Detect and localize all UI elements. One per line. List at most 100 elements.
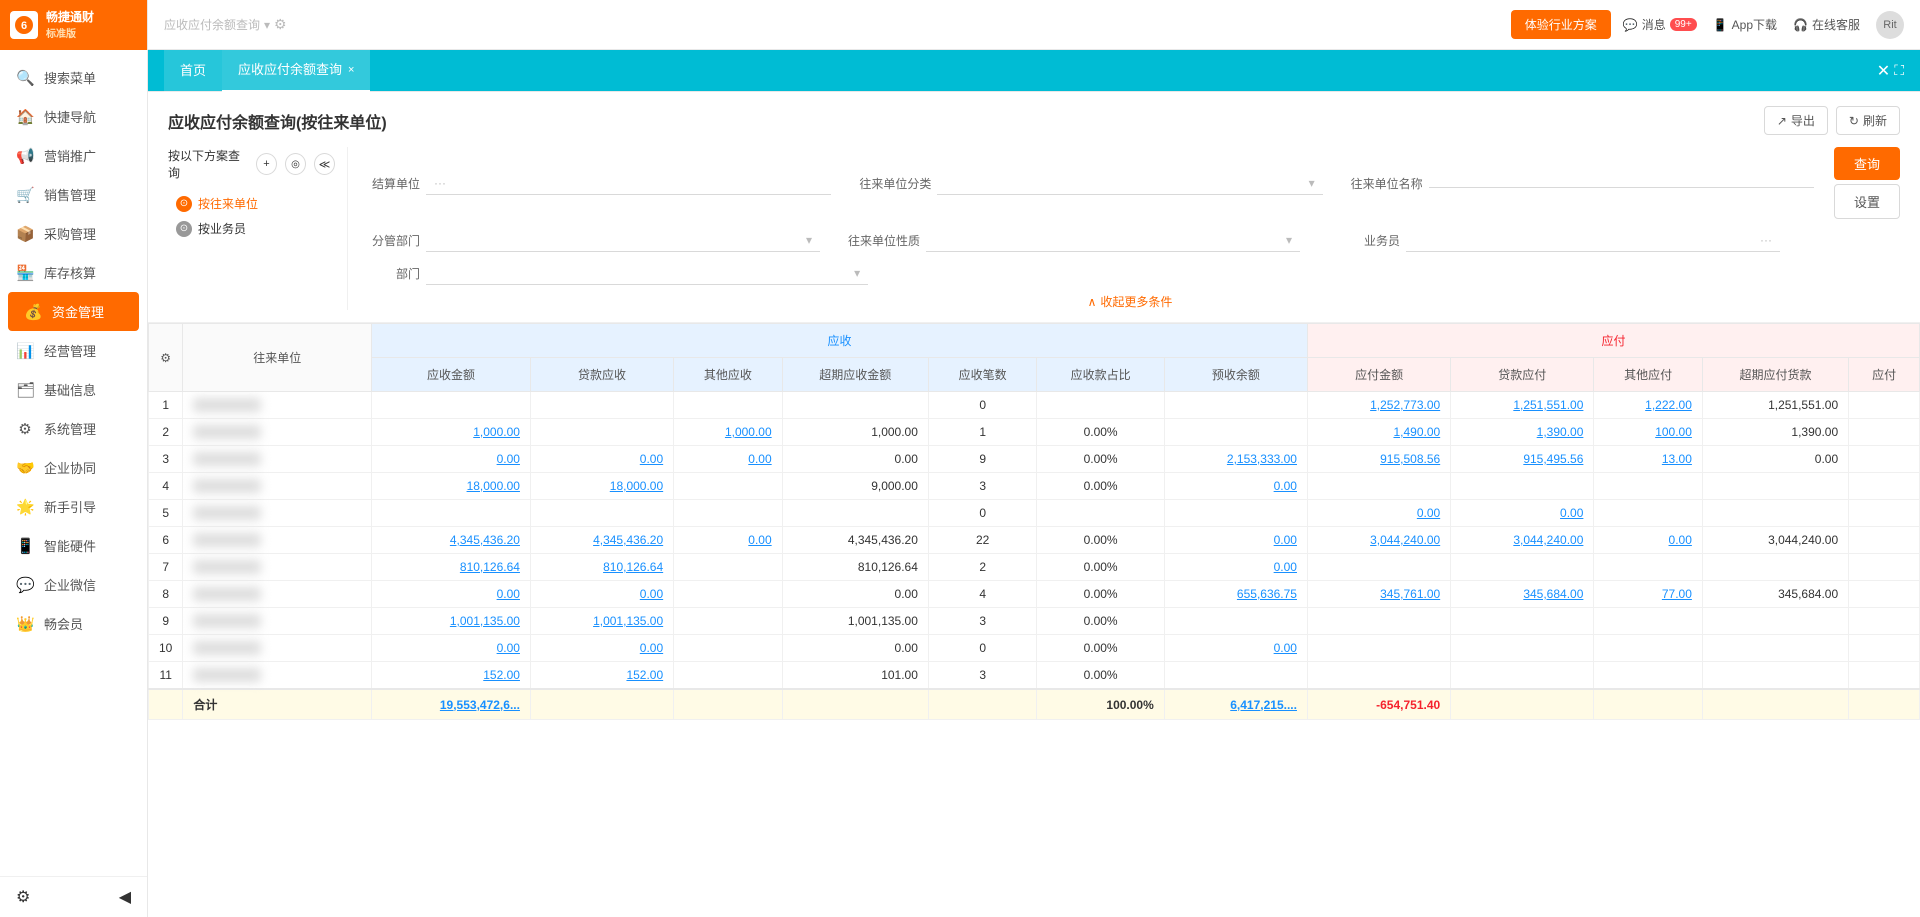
tab-active[interactable]: 应收应付余额查询 ×	[222, 50, 370, 92]
row-yf-dk[interactable]	[1451, 554, 1594, 581]
collapse-scheme-button[interactable]: ≪	[314, 153, 335, 175]
row-yf-dk[interactable]: 915,495.56	[1451, 446, 1594, 473]
row-yf-dk[interactable]: 1,390.00	[1451, 419, 1594, 446]
sidebar-item-guide[interactable]: 🌟 新手引导	[0, 487, 147, 526]
row-ys-je[interactable]: 0.00	[372, 635, 531, 662]
row-ys-qt[interactable]	[674, 392, 783, 419]
row-yf-dk[interactable]	[1451, 608, 1594, 635]
row-ys-yushou[interactable]	[1164, 419, 1307, 446]
sidebar-item-operation[interactable]: 📊 经营管理	[0, 331, 147, 370]
row-ys-yushou[interactable]: 0.00	[1164, 527, 1307, 554]
promo-button[interactable]: 体验行业方案	[1511, 10, 1611, 39]
row-yf-dk[interactable]	[1451, 662, 1594, 690]
row-ys-dk[interactable]: 1,001,135.00	[530, 608, 673, 635]
row-ys-je[interactable]: 810,126.64	[372, 554, 531, 581]
jiesuan-input[interactable]: ···	[426, 172, 831, 195]
sidebar-item-wechat[interactable]: 💬 企业微信	[0, 565, 147, 604]
row-ys-qt[interactable]: 0.00	[674, 527, 783, 554]
row-yf-qt[interactable]	[1594, 554, 1703, 581]
row-ys-je[interactable]	[372, 500, 531, 527]
add-scheme-button[interactable]: +	[256, 153, 277, 175]
row-ys-dk[interactable]	[530, 419, 673, 446]
dept-select[interactable]: ▾	[426, 262, 868, 285]
query-button[interactable]: 查询	[1834, 147, 1900, 180]
row-ys-dk[interactable]: 0.00	[530, 581, 673, 608]
partner-name-input[interactable]	[1429, 179, 1814, 188]
row-ys-dk[interactable]: 810,126.64	[530, 554, 673, 581]
app-download-action[interactable]: 📱 App下载	[1713, 16, 1777, 33]
tab-home[interactable]: 首页	[164, 50, 222, 92]
row-ys-dk[interactable]: 0.00	[530, 635, 673, 662]
edit-scheme-button[interactable]: ◎	[285, 153, 306, 175]
row-yf-qt[interactable]: 13.00	[1594, 446, 1703, 473]
row-ys-je[interactable]: 18,000.00	[372, 473, 531, 500]
row-yf-je[interactable]: 345,761.00	[1307, 581, 1450, 608]
settings-footer-icon[interactable]: ⚙	[16, 887, 30, 907]
row-ys-dk[interactable]: 4,345,436.20	[530, 527, 673, 554]
partner-category-select[interactable]: ▾	[937, 172, 1322, 195]
sidebar-item-inventory[interactable]: 🏪 库存核算	[0, 253, 147, 292]
row-ys-yushou[interactable]	[1164, 392, 1307, 419]
row-yf-qt[interactable]	[1594, 608, 1703, 635]
row-ys-qt[interactable]	[674, 662, 783, 690]
chevron-down-icon[interactable]: ▾	[264, 18, 270, 32]
sidebar-item-basic[interactable]: 🗂 基础信息	[0, 370, 147, 409]
close-window-button[interactable]: ✕	[1877, 61, 1890, 81]
row-yf-je[interactable]	[1307, 662, 1450, 690]
refresh-button[interactable]: ↻ 刷新	[1836, 106, 1900, 135]
row-yf-dk[interactable]: 345,684.00	[1451, 581, 1594, 608]
scheme-by-partner[interactable]: ⊙ 按往来单位	[168, 191, 335, 216]
row-ys-dk[interactable]	[530, 392, 673, 419]
scheme-by-staff[interactable]: ⊙ 按业务员	[168, 216, 335, 241]
row-ys-qt[interactable]	[674, 608, 783, 635]
online-service-action[interactable]: 🎧 在线客服	[1793, 16, 1860, 33]
message-action[interactable]: 💬 消息 99+	[1623, 16, 1697, 33]
setting-button[interactable]: 设置	[1834, 184, 1900, 219]
row-ys-qt[interactable]: 1,000.00	[674, 419, 783, 446]
tab-close-icon[interactable]: ×	[348, 49, 354, 91]
row-ys-yushou[interactable]	[1164, 662, 1307, 690]
row-yf-je[interactable]: 915,508.56	[1307, 446, 1450, 473]
row-ys-je[interactable]: 1,000.00	[372, 419, 531, 446]
row-ys-dk[interactable]: 0.00	[530, 446, 673, 473]
row-yf-qt[interactable]	[1594, 500, 1703, 527]
table-wrapper[interactable]: ⚙ 往来单位 应收 应付 应收金额 贷款应收 其他应收 超期应收金额 应收笔数 …	[148, 323, 1920, 917]
row-yf-qt[interactable]	[1594, 662, 1703, 690]
row-yf-dk[interactable]	[1451, 635, 1594, 662]
sidebar-item-sales[interactable]: 🛒 销售管理	[0, 175, 147, 214]
sidebar-item-search[interactable]: 🔍 搜索菜单	[0, 58, 147, 97]
export-button[interactable]: ↗ 导出	[1764, 106, 1828, 135]
row-ys-je[interactable]: 1,001,135.00	[372, 608, 531, 635]
row-ys-dk[interactable]: 18,000.00	[530, 473, 673, 500]
row-yf-qt[interactable]: 0.00	[1594, 527, 1703, 554]
total-ys-je[interactable]: 19,553,472,6...	[372, 689, 531, 720]
row-yf-dk[interactable]: 3,044,240.00	[1451, 527, 1594, 554]
sidebar-item-member[interactable]: 👑 畅会员	[0, 604, 147, 643]
sidebar-item-collab[interactable]: 🤝 企业协同	[0, 448, 147, 487]
table-settings-icon[interactable]: ⚙	[160, 351, 171, 365]
row-ys-yushou[interactable]: 0.00	[1164, 473, 1307, 500]
row-ys-qt[interactable]	[674, 554, 783, 581]
sidebar-item-system[interactable]: ⚙ 系统管理	[0, 409, 147, 448]
row-ys-je[interactable]: 0.00	[372, 581, 531, 608]
row-ys-yushou[interactable]	[1164, 500, 1307, 527]
row-ys-dk[interactable]	[530, 500, 673, 527]
row-yf-je[interactable]	[1307, 608, 1450, 635]
row-yf-qt[interactable]: 1,222.00	[1594, 392, 1703, 419]
total-ys-yushou[interactable]: 6,417,215....	[1164, 689, 1307, 720]
row-yf-je[interactable]: 3,044,240.00	[1307, 527, 1450, 554]
row-yf-dk[interactable]	[1451, 473, 1594, 500]
row-yf-qt[interactable]	[1594, 635, 1703, 662]
dept-manage-select[interactable]: ▾	[426, 229, 820, 252]
maximize-window-button[interactable]: ⛶	[1894, 62, 1904, 79]
row-ys-dk[interactable]: 152.00	[530, 662, 673, 690]
sidebar-item-marketing[interactable]: 📢 营销推广	[0, 136, 147, 175]
row-ys-qt[interactable]	[674, 581, 783, 608]
row-ys-je[interactable]: 152.00	[372, 662, 531, 690]
row-yf-je[interactable]: 0.00	[1307, 500, 1450, 527]
collapse-filter-button[interactable]: ∧ 收起更多条件	[1088, 293, 1173, 310]
row-yf-je[interactable]	[1307, 635, 1450, 662]
sidebar-item-hardware[interactable]: 📱 智能硬件	[0, 526, 147, 565]
row-ys-qt[interactable]	[674, 635, 783, 662]
row-ys-qt[interactable]	[674, 473, 783, 500]
